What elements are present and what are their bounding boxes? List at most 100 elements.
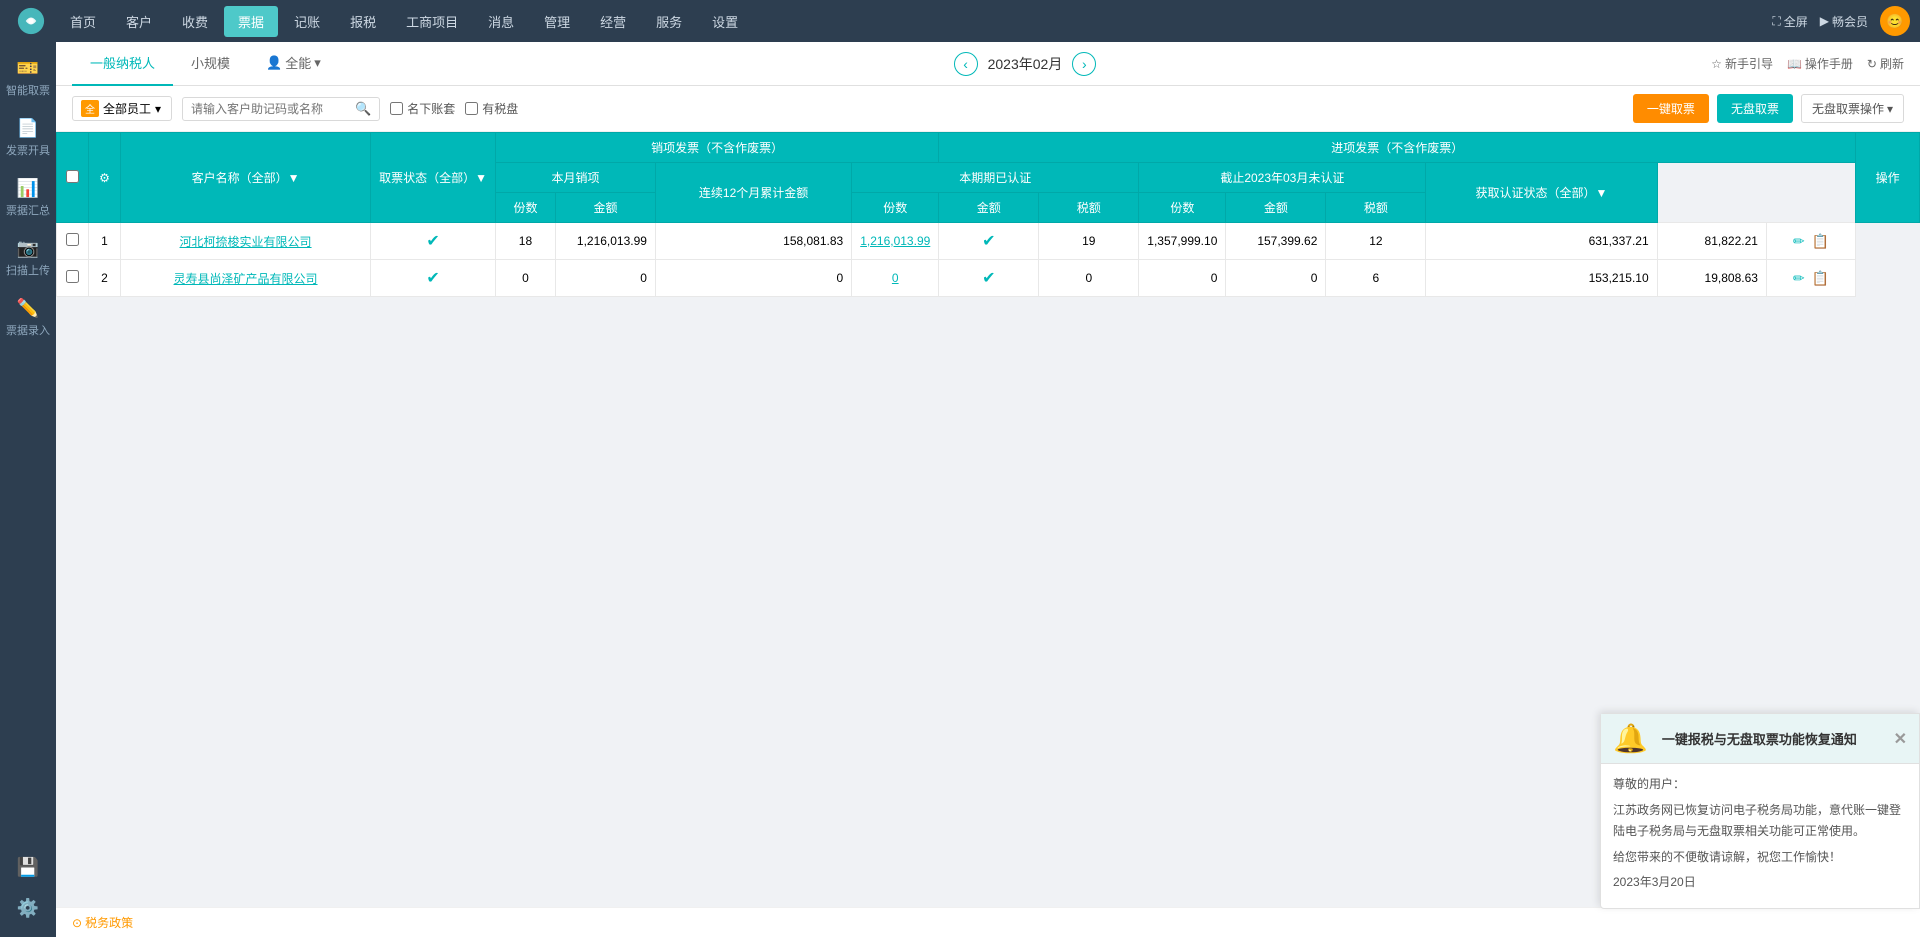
notif-line-0: 尊敬的用户： <box>1613 774 1907 796</box>
tab-all[interactable]: 👤 全能 ▾ <box>248 42 339 86</box>
download-icon: 💾 <box>17 857 39 878</box>
new-guide-btn[interactable]: ☆ 新手引导 <box>1711 55 1773 72</box>
th-cert-status[interactable]: 获取认证状态（全部）▼ <box>1426 163 1657 223</box>
row2-index: 2 <box>89 260 121 297</box>
search-input[interactable] <box>191 102 351 116</box>
th-settings: ⚙ <box>89 133 121 223</box>
guide-icon: ☆ <box>1711 57 1722 71</box>
nav-settings[interactable]: 设置 <box>698 6 752 37</box>
settings-icon[interactable]: ⚙ <box>99 171 110 185</box>
dropdown-icon: ▾ <box>314 55 321 71</box>
filter-bar: 全 全部员工 ▾ 🔍 名下账套 有税盘 一键取票 无盘取票 无盘取票操作 ▾ <box>56 86 1920 132</box>
no-disk-operation-btn[interactable]: 无盘取票操作 ▾ <box>1801 94 1904 123</box>
checkbox-account[interactable]: 名下账套 <box>390 100 455 117</box>
row1-ticket-status: ✔ <box>371 223 496 260</box>
row2-checkbox[interactable] <box>57 260 89 297</box>
row2-cumulative[interactable]: 0 <box>852 260 939 297</box>
refresh-btn[interactable]: ↻ 刷新 <box>1867 55 1904 72</box>
th-ticket-status[interactable]: 取票状态（全部）▼ <box>371 133 496 223</box>
checkbox-account-label: 名下账套 <box>407 100 455 117</box>
sidebar-item-smart-ticket[interactable]: 🎫 智能取票 <box>1 50 55 106</box>
checkbox-tax-disk-input[interactable] <box>465 102 478 115</box>
th-certified: 本期期已认证 <box>852 163 1139 193</box>
row1-name[interactable]: 河北柯捺梭实业有限公司 <box>121 223 371 260</box>
notification-popup: 🔔 一键报税与无盘取票功能恢复通知 ✕ 尊敬的用户： 江苏政务网已恢复访问电子税… <box>1600 713 1920 909</box>
row1-cumulative[interactable]: 1,216,013.99 <box>852 223 939 260</box>
next-month-btn[interactable]: › <box>1072 52 1096 76</box>
employee-dropdown-icon: ▾ <box>155 102 161 116</box>
th-cumulative: 连续12个月累计金额 <box>655 163 851 223</box>
user-icon: 👤 <box>266 55 282 71</box>
th-uncertified: 截止2023年03月未认证 <box>1139 163 1426 193</box>
th-monthly-sales: 本月销项 <box>495 163 655 193</box>
filter-right-buttons: 一键取票 无盘取票 无盘取票操作 ▾ <box>1633 94 1904 123</box>
nav-accounting[interactable]: 记账 <box>280 6 334 37</box>
sidebar-item-scan-upload[interactable]: 📷 扫描上传 <box>1 230 55 286</box>
prev-month-btn[interactable]: ‹ <box>954 52 978 76</box>
vip-btn[interactable]: ▶ 畅会员 <box>1820 13 1868 30</box>
tax-policy-link[interactable]: ⊙ 税务政策 <box>72 914 133 931</box>
nav-manage[interactable]: 管理 <box>530 6 584 37</box>
checkbox-account-input[interactable] <box>390 102 403 115</box>
sidebar-item-help[interactable]: ⚙️ <box>1 890 55 927</box>
fullscreen-btn[interactable]: ⛶ 全屏 <box>1772 13 1807 30</box>
nav-tax[interactable]: 报税 <box>336 6 390 37</box>
table-row: 1 河北柯捺梭实业有限公司 ✔ 18 1,216,013.99 158,081.… <box>57 223 1920 260</box>
row1-pur-cert-tax: 157,399.62 <box>1226 223 1326 260</box>
notif-line-3: 2023年3月20日 <box>1613 872 1907 894</box>
month-navigation: ‹ 2023年02月 › <box>339 52 1711 76</box>
row2-pur-cert-count: 0 <box>1039 260 1139 297</box>
nav-fee[interactable]: 收费 <box>168 6 222 37</box>
select-all-checkbox[interactable] <box>66 170 79 183</box>
th-pur-uncert-amount: 金额 <box>1226 193 1326 223</box>
detail-icon-2[interactable]: 📋 <box>1812 270 1829 286</box>
tab-general-taxpayer[interactable]: 一般纳税人 <box>72 42 173 86</box>
detail-icon[interactable]: 📋 <box>1812 233 1829 249</box>
notif-line-2: 给您带来的不便敬请谅解，祝您工作愉快！ <box>1613 847 1907 869</box>
invoice-summary-icon: 📊 <box>17 178 39 199</box>
th-pur-cert-amount: 金额 <box>939 193 1039 223</box>
nav-service[interactable]: 服务 <box>642 6 696 37</box>
search-icon[interactable]: 🔍 <box>355 101 371 117</box>
app-logo[interactable] <box>10 0 52 42</box>
user-avatar[interactable]: 😊 <box>1880 6 1910 36</box>
warning-icon: ⊙ <box>72 916 82 930</box>
nav-operation[interactable]: 经营 <box>586 6 640 37</box>
sidebar-item-download[interactable]: 💾 <box>1 849 55 886</box>
manual-btn[interactable]: 📖 操作手册 <box>1787 55 1853 72</box>
edit-icon[interactable]: ✏ <box>1793 233 1805 249</box>
th-operation: 操作 <box>1856 133 1920 223</box>
check-icon: ✔ <box>426 233 439 250</box>
nav-client[interactable]: 客户 <box>112 6 166 37</box>
nav-message[interactable]: 消息 <box>474 6 528 37</box>
row2-name[interactable]: 灵寿县尚泽矿产品有限公司 <box>121 260 371 297</box>
row1-pur-uncert-amount: 631,337.21 <box>1426 223 1657 260</box>
employee-select[interactable]: 全 全部员工 ▾ <box>72 96 172 121</box>
th-purchase-group: 进项发票（不含作废票） <box>939 133 1856 163</box>
nav-home[interactable]: 首页 <box>56 6 110 37</box>
edit-icon-2[interactable]: ✏ <box>1793 270 1805 286</box>
notification-icon: 🔔 <box>1613 722 1648 755</box>
sidebar-bottom: 💾 ⚙️ <box>1 849 55 937</box>
row1-checkbox[interactable] <box>57 223 89 260</box>
nav-business[interactable]: 工商项目 <box>392 6 472 37</box>
row2-pur-uncert-tax: 19,808.63 <box>1657 260 1766 297</box>
th-customer-name[interactable]: 客户名称（全部）▼ <box>121 133 371 223</box>
checkbox-tax-disk[interactable]: 有税盘 <box>465 100 518 117</box>
invoice-open-icon: 📄 <box>17 118 39 139</box>
row1-sales-amount: 1,216,013.99 <box>555 223 655 260</box>
sidebar-item-invoice-open[interactable]: 📄 发票开具 <box>1 110 55 166</box>
vip-icon: ▶ <box>1820 14 1829 28</box>
no-disk-ticket-btn[interactable]: 无盘取票 <box>1717 94 1793 123</box>
sidebar-label-invoice-open: 发票开具 <box>6 142 50 158</box>
sidebar-item-invoice-summary[interactable]: 📊 票据汇总 <box>1 170 55 226</box>
one-click-ticket-btn[interactable]: 一键取票 <box>1633 94 1709 123</box>
sidebar-item-invoice-entry[interactable]: ✏️ 票据录入 <box>1 290 55 346</box>
nav-invoice[interactable]: 票据 <box>224 6 278 37</box>
invoice-table: ⚙ 客户名称（全部）▼ 取票状态（全部）▼ 销项发票（不含作废票） 进项发票（不… <box>56 132 1920 297</box>
check-icon-2: ✔ <box>426 270 439 287</box>
th-pur-uncert-count: 份数 <box>1139 193 1226 223</box>
tab-small-scale[interactable]: 小规模 <box>173 42 248 86</box>
row1-pur-uncert-tax: 81,822.21 <box>1657 223 1766 260</box>
notification-close-btn[interactable]: ✕ <box>1894 729 1907 749</box>
